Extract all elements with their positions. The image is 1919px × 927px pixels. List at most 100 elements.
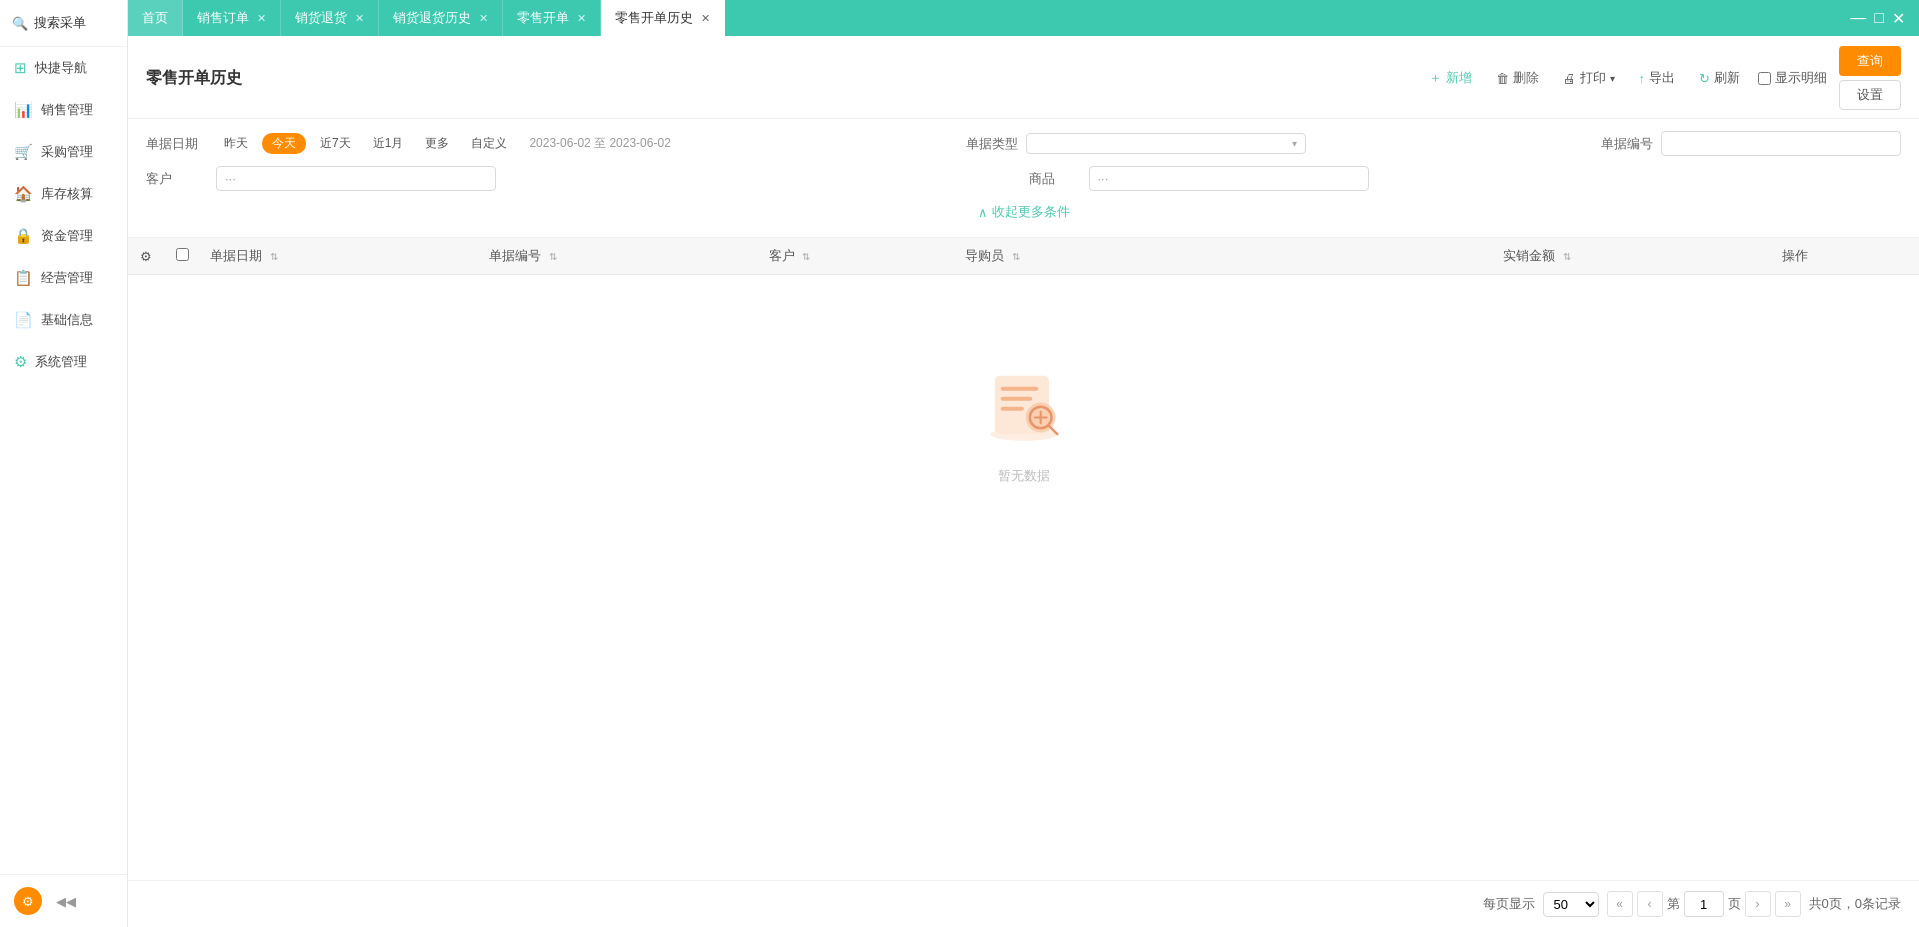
number-sort-icon: ⇅ — [549, 251, 557, 262]
tab-sales-order-close[interactable]: ✕ — [257, 12, 266, 25]
tab-retail-open-close[interactable]: ✕ — [577, 12, 586, 25]
date-btn-custom[interactable]: 自定义 — [463, 133, 515, 154]
svg-rect-3 — [1000, 397, 1032, 401]
tab-retail-history[interactable]: 零售开单历史 ✕ — [601, 0, 725, 36]
th-date[interactable]: 单据日期 ⇅ — [200, 238, 479, 275]
page-first-button[interactable]: « — [1607, 891, 1633, 917]
sidebar-item-label: 系统管理 — [35, 353, 87, 371]
date-btn-more[interactable]: 更多 — [417, 133, 457, 154]
page-number-input[interactable] — [1684, 891, 1724, 917]
sidebar-search[interactable]: 🔍 搜索采单 — [0, 0, 127, 47]
display-detail-checkbox[interactable]: 显示明细 — [1758, 69, 1827, 87]
topbar-tabs: 首页 销售订单 ✕ 销货退货 ✕ 销货退货历史 ✕ 零售开单 ✕ 零售开单历史 … — [128, 0, 1836, 36]
tab-sales-return[interactable]: 销货退货 ✕ — [281, 0, 379, 36]
type-select[interactable]: ▾ — [1026, 133, 1306, 154]
date-btn-today[interactable]: 今天 — [262, 133, 306, 154]
sidebar-item-basic-info[interactable]: 📄 基础信息 — [0, 299, 127, 341]
th-amount-label: 实销金额 — [1503, 248, 1555, 263]
sidebar-item-inventory[interactable]: 🏠 库存核算 — [0, 173, 127, 215]
column-settings-icon[interactable]: ⚙ — [140, 249, 152, 264]
print-arrow-icon: ▾ — [1610, 73, 1615, 84]
content-area: 零售开单历史 ＋ 新增 🗑 删除 🖨 打印 ▾ ↑ 导出 — [128, 36, 1919, 927]
tab-sales-return-history[interactable]: 销货退货历史 ✕ — [379, 0, 503, 36]
tab-retail-history-label: 零售开单历史 — [615, 9, 693, 27]
collapse-conditions[interactable]: ∧ 收起更多条件 — [146, 199, 1901, 225]
sidebar-item-purchase-mgmt[interactable]: 🛒 采购管理 — [0, 131, 127, 173]
page-word-before: 第 — [1667, 895, 1680, 913]
topbar: 首页 销售订单 ✕ 销货退货 ✕ 销货退货历史 ✕ 零售开单 ✕ 零售开单历史 … — [128, 0, 1919, 36]
minimize-icon[interactable]: □ — [1874, 9, 1884, 27]
th-checkbox[interactable] — [164, 238, 200, 275]
th-amount[interactable]: 实销金额 ⇅ — [1493, 238, 1772, 275]
data-table: ⚙ 单据日期 ⇅ 单据编号 ⇅ — [128, 238, 1919, 275]
th-customer[interactable]: 客户 ⇅ — [759, 238, 955, 275]
basic-info-icon: 📄 — [14, 311, 33, 329]
sidebar-item-system[interactable]: ⚙ 系统管理 — [0, 341, 127, 383]
setting-button[interactable]: 设置 — [1839, 80, 1901, 110]
export-icon: ↑ — [1639, 71, 1646, 86]
delete-button[interactable]: 🗑 删除 — [1490, 65, 1545, 91]
print-icon: 🖨 — [1563, 71, 1576, 86]
pagination: 每页显示 50 10 20 100 « ‹ 第 页 › » 共0页，0条记录 — [128, 880, 1919, 927]
sidebar-item-quick-nav[interactable]: ⊞ 快捷导航 — [0, 47, 127, 89]
delete-icon: 🗑 — [1496, 71, 1509, 86]
query-button[interactable]: 查询 — [1839, 46, 1901, 76]
sidebar-item-sales-mgmt[interactable]: 📊 销售管理 — [0, 89, 127, 131]
th-number[interactable]: 单据编号 ⇅ — [479, 238, 758, 275]
settings-gear-button[interactable]: ⚙ — [14, 887, 42, 915]
refresh-button[interactable]: ↻ 刷新 — [1693, 65, 1746, 91]
operations-icon: 📋 — [14, 269, 33, 287]
display-detail-input[interactable] — [1758, 72, 1771, 85]
tab-retail-open[interactable]: 零售开单 ✕ — [503, 0, 601, 36]
page-title: 零售开单历史 — [146, 68, 242, 89]
search-icon: 🔍 — [12, 16, 28, 31]
th-date-label: 单据日期 — [210, 248, 262, 263]
data-table-wrapper: ⚙ 单据日期 ⇅ 单据编号 ⇅ — [128, 238, 1919, 880]
maximize-icon[interactable]: ✕ — [1892, 9, 1905, 28]
collapse-icon: ∧ — [978, 205, 988, 220]
export-button[interactable]: ↑ 导出 — [1633, 65, 1682, 91]
empty-icon — [974, 355, 1074, 455]
sidebar-item-operations[interactable]: 📋 经营管理 — [0, 257, 127, 299]
date-btn-yesterday[interactable]: 昨天 — [216, 133, 256, 154]
date-sort-icon: ⇅ — [270, 251, 278, 262]
date-btn-1month[interactable]: 近1月 — [365, 133, 412, 154]
sidebar-collapse-button[interactable]: ◀◀ — [52, 887, 80, 915]
close-window-icon[interactable]: — — [1850, 9, 1866, 27]
sidebar-search-label: 搜索采单 — [34, 14, 86, 32]
delete-label: 删除 — [1513, 69, 1539, 87]
per-page-select[interactable]: 50 10 20 100 — [1543, 892, 1599, 917]
sidebar-item-label: 基础信息 — [41, 311, 93, 329]
date-range-text: 2023-06-02 至 2023-06-02 — [529, 135, 670, 152]
th-spacer — [1193, 238, 1493, 275]
goods-input[interactable]: ··· — [1089, 166, 1369, 191]
select-all-checkbox[interactable] — [176, 248, 189, 261]
print-button[interactable]: 🖨 打印 ▾ — [1557, 65, 1621, 91]
refresh-label: 刷新 — [1714, 69, 1740, 87]
number-input[interactable] — [1661, 131, 1901, 156]
tab-retail-history-close[interactable]: ✕ — [701, 12, 710, 25]
pagination-nav: « ‹ 第 页 › » — [1607, 891, 1801, 917]
type-select-arrow: ▾ — [1292, 138, 1297, 149]
th-settings[interactable]: ⚙ — [128, 238, 164, 275]
tab-sales-return-close[interactable]: ✕ — [355, 12, 364, 25]
system-icon: ⚙ — [14, 353, 27, 371]
sidebar-item-label: 快捷导航 — [35, 59, 87, 77]
tab-home[interactable]: 首页 — [128, 0, 183, 36]
th-guide-label: 导购员 — [965, 248, 1004, 263]
purchase-mgmt-icon: 🛒 — [14, 143, 33, 161]
date-btn-7days[interactable]: 近7天 — [312, 133, 359, 154]
tab-sales-return-history-close[interactable]: ✕ — [479, 12, 488, 25]
sidebar-item-finance[interactable]: 🔒 资金管理 — [0, 215, 127, 257]
tab-sales-order[interactable]: 销售订单 ✕ — [183, 0, 281, 36]
sidebar-item-label: 销售管理 — [41, 101, 93, 119]
th-guide[interactable]: 导购员 ⇅ — [955, 238, 1193, 275]
sales-mgmt-icon: 📊 — [14, 101, 33, 119]
add-button[interactable]: ＋ 新增 — [1423, 65, 1478, 91]
customer-input[interactable]: ··· — [216, 166, 496, 191]
page-last-button[interactable]: » — [1775, 891, 1801, 917]
page-prev-button[interactable]: ‹ — [1637, 891, 1663, 917]
empty-text: 暂无数据 — [998, 467, 1050, 485]
tab-sales-return-history-label: 销货退货历史 — [393, 9, 471, 27]
page-next-button[interactable]: › — [1745, 891, 1771, 917]
